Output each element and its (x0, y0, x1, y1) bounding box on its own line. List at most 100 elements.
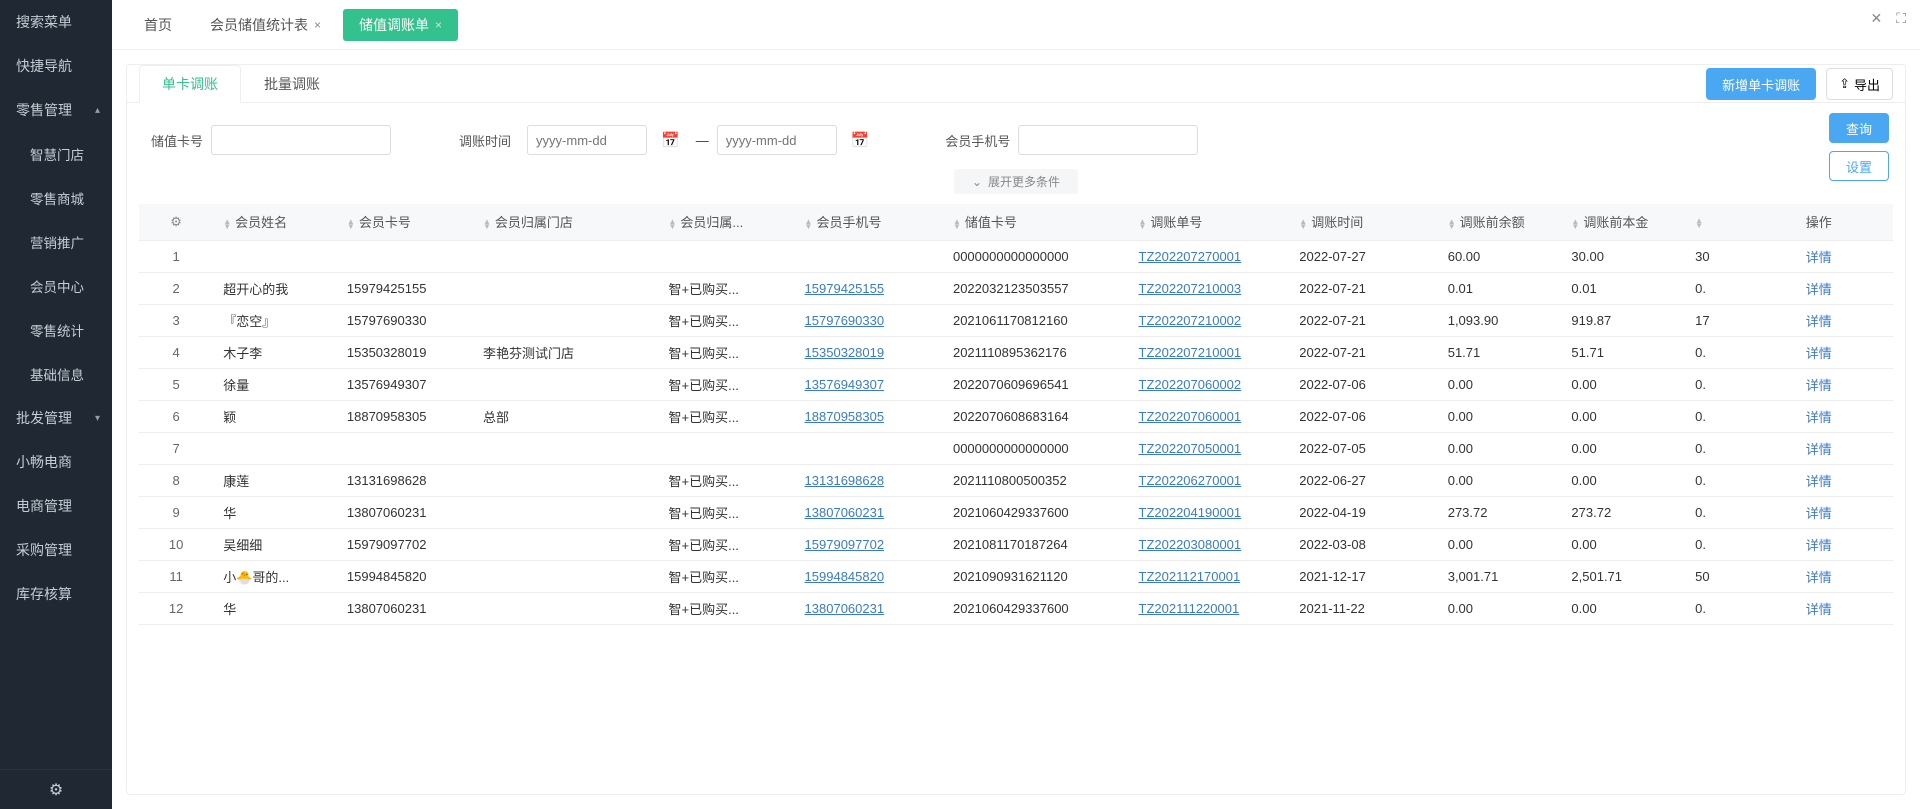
phone-link[interactable]: 15979097702 (805, 537, 885, 552)
card-input[interactable] (211, 125, 391, 155)
tab-member-stats[interactable]: 会员储值统计表 × (194, 9, 337, 41)
calendar-icon[interactable]: 📅 (661, 131, 680, 149)
table-wrap[interactable]: ⚙ ▲▼会员姓名 ▲▼会员卡号 ▲▼会员归属门店 ▲▼会员归属... ▲▼会员手… (127, 204, 1905, 794)
detail-link[interactable]: 详情 (1806, 538, 1832, 553)
sidebar-item-xiaochang[interactable]: 小畅电商 (0, 440, 112, 484)
cell-card: 13131698628 (337, 464, 473, 496)
bill-link[interactable]: TZ202207210002 (1139, 313, 1242, 328)
phone-link[interactable]: 15979425155 (805, 281, 885, 296)
sidebar-item-ecommerce[interactable]: 电商管理 (0, 484, 112, 528)
sidebar-quick-nav[interactable]: 快捷导航 (0, 44, 112, 88)
bill-link[interactable]: TZ202207270001 (1139, 249, 1242, 264)
phone-link[interactable]: 13807060231 (805, 505, 885, 520)
detail-link[interactable]: 详情 (1806, 570, 1832, 585)
gear-icon[interactable]: ⚙ (49, 780, 63, 800)
cell-dept: 智+已购买... (658, 400, 794, 432)
fullscreen-icon[interactable]: ⛶ (1896, 10, 1906, 27)
close-icon[interactable]: × (435, 18, 442, 32)
bill-link[interactable]: TZ202207060001 (1139, 409, 1242, 424)
bill-link[interactable]: TZ202203080001 (1139, 537, 1242, 552)
sidebar-item-smart-store[interactable]: 智慧门店 (0, 132, 112, 176)
expand-filters-button[interactable]: ⌄ 展开更多条件 (954, 169, 1078, 194)
subtab-single[interactable]: 单卡调账 (139, 65, 241, 103)
close-icon[interactable]: × (314, 18, 321, 32)
sidebar-group-wholesale[interactable]: 批发管理 ▾ (0, 396, 112, 440)
bill-link[interactable]: TZ202207050001 (1139, 441, 1242, 456)
cell-tail: 30 (1685, 240, 1744, 272)
sidebar-group-retail[interactable]: 零售管理 ▴ (0, 88, 112, 132)
gear-icon[interactable]: ⚙ (170, 214, 182, 229)
export-button[interactable]: ⇪ 导出 (1826, 68, 1893, 100)
cell-card: 15350328019 (337, 336, 473, 368)
query-button[interactable]: 查询 (1829, 113, 1889, 143)
chevron-up-icon: ▴ (95, 105, 100, 116)
cell-name: 『恋空』 (213, 304, 337, 336)
col-member-phone[interactable]: ▲▼会员手机号 (795, 204, 943, 240)
close-all-icon[interactable]: ✕ (1870, 10, 1882, 27)
cell-phone: 15350328019 (795, 336, 943, 368)
col-bill-no[interactable]: ▲▼调账单号 (1129, 204, 1290, 240)
cell-ops: 详情 (1744, 496, 1893, 528)
col-member-dept[interactable]: ▲▼会员归属... (658, 204, 794, 240)
cell-card: 13807060231 (337, 592, 473, 624)
cell-principal: 0.00 (1561, 528, 1685, 560)
sidebar-item-retail-mall[interactable]: 零售商城 (0, 176, 112, 220)
detail-link[interactable]: 详情 (1806, 506, 1832, 521)
date-to-input[interactable] (717, 125, 837, 155)
cell-balance: 0.00 (1438, 464, 1562, 496)
bill-link[interactable]: TZ202207210001 (1139, 345, 1242, 360)
cell-time: 2022-07-21 (1289, 272, 1437, 304)
detail-link[interactable]: 详情 (1806, 442, 1832, 457)
bill-link[interactable]: TZ202204190001 (1139, 505, 1242, 520)
cell-tail: 0. (1685, 592, 1744, 624)
detail-link[interactable]: 详情 (1806, 250, 1832, 265)
bill-link[interactable]: TZ202206270001 (1139, 473, 1242, 488)
detail-link[interactable]: 详情 (1806, 282, 1832, 297)
sidebar-item-member-center[interactable]: 会员中心 (0, 264, 112, 308)
subtab-batch[interactable]: 批量调账 (241, 64, 343, 102)
phone-link[interactable]: 13807060231 (805, 601, 885, 616)
tab-adjust-bill[interactable]: 储值调账单 × (343, 9, 458, 41)
col-principal[interactable]: ▲▼调账前本金 (1561, 204, 1685, 240)
phone-link[interactable]: 18870958305 (805, 409, 885, 424)
col-balance[interactable]: ▲▼调账前余额 (1438, 204, 1562, 240)
detail-link[interactable]: 详情 (1806, 346, 1832, 361)
cell-bill: TZ202207060001 (1129, 400, 1290, 432)
detail-link[interactable]: 详情 (1806, 474, 1832, 489)
cell-store-card: 0000000000000000 (943, 240, 1129, 272)
sidebar-item-purchase[interactable]: 采购管理 (0, 528, 112, 572)
phone-link[interactable]: 13131698628 (805, 473, 885, 488)
bill-link[interactable]: TZ202207060002 (1139, 377, 1242, 392)
detail-link[interactable]: 详情 (1806, 314, 1832, 329)
tab-home[interactable]: 首页 (128, 9, 188, 41)
bill-link[interactable]: TZ202111220001 (1139, 601, 1240, 616)
bill-link[interactable]: TZ202112170001 (1139, 569, 1241, 584)
settings-button[interactable]: 设置 (1829, 151, 1889, 181)
col-member-card[interactable]: ▲▼会员卡号 (337, 204, 473, 240)
col-bill-time[interactable]: ▲▼调账时间 (1289, 204, 1437, 240)
cell-balance: 1,093.90 (1438, 304, 1562, 336)
detail-link[interactable]: 详情 (1806, 378, 1832, 393)
sidebar-search[interactable]: 搜索菜单 (0, 0, 112, 44)
phone-link[interactable]: 13576949307 (805, 377, 885, 392)
phone-link[interactable]: 15350328019 (805, 345, 885, 360)
calendar-icon[interactable]: 📅 (851, 131, 870, 149)
detail-link[interactable]: 详情 (1806, 410, 1832, 425)
sidebar-item-base-info[interactable]: 基础信息 (0, 352, 112, 396)
detail-link[interactable]: 详情 (1806, 602, 1832, 617)
col-member-store[interactable]: ▲▼会员归属门店 (473, 204, 659, 240)
col-extra[interactable]: ▲▼ (1685, 204, 1744, 240)
cell-ops: 详情 (1744, 304, 1893, 336)
date-from-input[interactable] (527, 125, 647, 155)
col-store-card[interactable]: ▲▼储值卡号 (943, 204, 1129, 240)
phone-input[interactable] (1018, 125, 1198, 155)
bill-link[interactable]: TZ202207210003 (1139, 281, 1242, 296)
col-member-name[interactable]: ▲▼会员姓名 (213, 204, 337, 240)
sidebar-item-inventory[interactable]: 库存核算 (0, 572, 112, 616)
sidebar-item-marketing[interactable]: 营销推广 (0, 220, 112, 264)
phone-link[interactable]: 15797690330 (805, 313, 885, 328)
add-button[interactable]: 新增单卡调账 (1706, 68, 1816, 100)
sidebar-item-retail-stats[interactable]: 零售统计 (0, 308, 112, 352)
phone-link[interactable]: 15994845820 (805, 569, 885, 584)
cell-store (473, 592, 659, 624)
